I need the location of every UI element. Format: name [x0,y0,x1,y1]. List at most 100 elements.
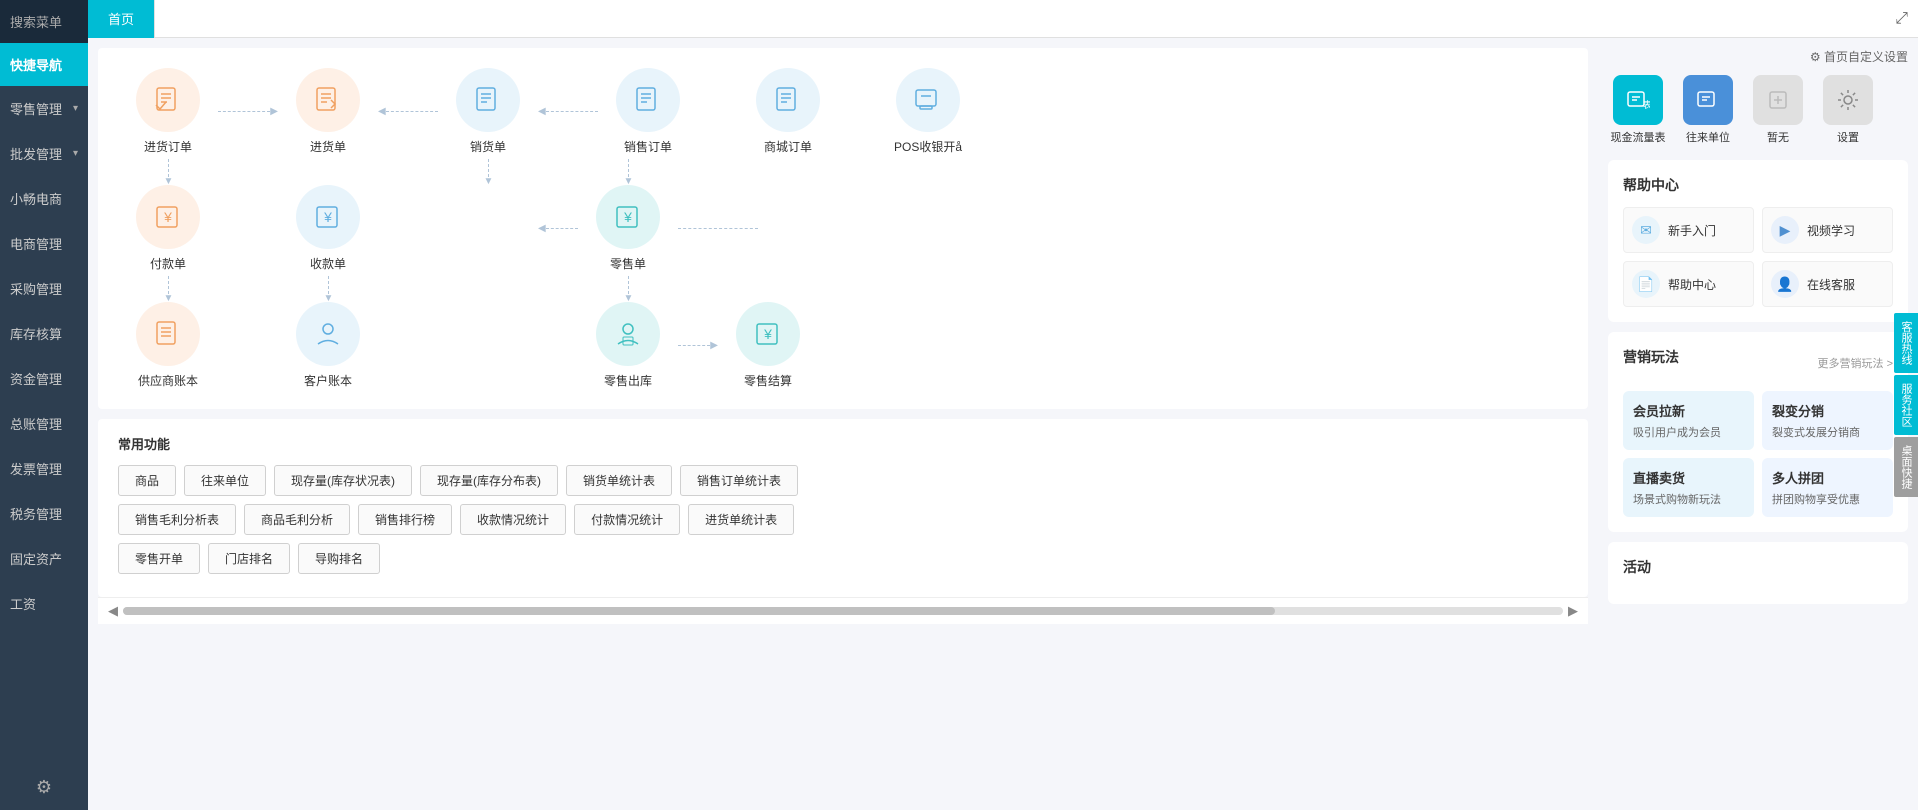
scroll-track[interactable] [123,607,1563,615]
sidebar-item-retail[interactable]: 零售管理 ▾ [0,86,88,131]
func-btn-guide-rank[interactable]: 导购排名 [298,543,380,574]
sidebar-item-ledger[interactable]: 总账管理 [0,401,88,446]
quick-icon-settings[interactable]: 设置 [1818,75,1878,145]
fission-title: 裂变分销 [1772,401,1883,420]
shop-order-label: 商城订单 [764,138,812,155]
sidebar-item-ecommerce-small[interactable]: 小畅电商 [0,176,88,221]
sales-order-icon [616,68,680,132]
flow-node-supplier-ledger[interactable]: 供应商账本 [118,302,218,389]
sidebar-item-purchase[interactable]: 采购管理 [0,266,88,311]
right-panel: ⚙ 首页自定义设置 表 现金流量表 [1598,38,1918,810]
help-item-help[interactable]: 📄 帮助中心 [1623,261,1754,307]
payment-label: 付款单 [150,255,186,272]
float-btn-desktop[interactable]: 桌面快捷 [1894,437,1918,497]
common-functions-title: 常用功能 [118,434,1568,453]
sidebar-item-invoice[interactable]: 发票管理 [0,446,88,491]
func-btn-stock1[interactable]: 现存量(库存状况表) [274,465,412,496]
func-btn-units[interactable]: 往来单位 [184,465,266,496]
group-desc: 拼团购物享受优惠 [1772,491,1883,507]
marketing-item-fission[interactable]: 裂变分销 裂变式发展分销商 [1762,391,1893,450]
func-btn-store-rank[interactable]: 门店排名 [208,543,290,574]
marketing-grid: 会员拉新 吸引用户成为会员 裂变分销 裂变式发展分销商 直播卖货 场景式购物新玩… [1623,391,1893,517]
flow-node-pos[interactable]: POS收银开å [878,68,978,155]
float-btn-community[interactable]: 服务社区 [1894,375,1918,435]
sidebar-item-assets[interactable]: 固定资产 [0,536,88,581]
scroll-right-btn[interactable]: ▶ [1568,603,1578,619]
flow-node-customer-ledger[interactable]: 客户账本 [278,302,378,389]
func-row-1: 商品 往来单位 现存量(库存状况表) 现存量(库存分布表) 销货单统计表 销售订… [118,465,1568,496]
marketing-item-live[interactable]: 直播卖货 场景式购物新玩法 [1623,458,1754,517]
retail-out-icon [596,302,660,366]
flow-node-receipt[interactable]: ¥ 收款单 [278,185,378,272]
sidebar-item-wholesale[interactable]: 批发管理 ▾ [0,131,88,176]
func-btn-purchase-stat[interactable]: 进货单统计表 [688,504,794,535]
marketing-header: 营销玩法 更多营销玩法 > [1623,347,1893,379]
flow-node-purchase[interactable]: 进货单 [278,68,378,155]
func-btn-goods[interactable]: 商品 [118,465,176,496]
quick-icon-none[interactable]: 暂无 [1748,75,1808,145]
flow-node-sales[interactable]: 销货单 [438,68,538,155]
func-btn-retail-order[interactable]: 零售开单 [118,543,200,574]
marketing-item-member[interactable]: 会员拉新 吸引用户成为会员 [1623,391,1754,450]
float-btn-hotline[interactable]: 客服热线 [1894,313,1918,373]
help-item-video[interactable]: ▶ 视频学习 [1762,207,1893,253]
cashflow-icon: 表 [1613,75,1663,125]
video-icon: ▶ [1771,216,1799,244]
group-title: 多人拼团 [1772,468,1883,487]
sidebar-item-finance[interactable]: 资金管理 [0,356,88,401]
func-btn-sales-order-stat[interactable]: 销售订单统计表 [680,465,798,496]
func-row-3: 零售开单 门店排名 导购排名 [118,543,1568,574]
beginner-label: 新手入门 [1668,222,1716,239]
supplier-ledger-icon [136,302,200,366]
purchase-order-icon [136,68,200,132]
flow-node-retail-out[interactable]: 零售出库 [578,302,678,389]
homepage-settings[interactable]: ⚙ 首页自定义设置 [1608,48,1908,65]
retail-out-label: 零售出库 [604,372,652,389]
marketing-more-btn[interactable]: 更多营销玩法 > [1818,355,1893,371]
flow-node-retail[interactable]: ¥ 零售单 [578,185,678,272]
quick-icon-cashflow[interactable]: 表 现金流量表 [1608,75,1668,145]
flow-node-shop-order[interactable]: 商城订单 [738,68,838,155]
func-btn-receipt-stat[interactable]: 收款情况统计 [460,504,566,535]
func-btn-goods-profit[interactable]: 商品毛利分析 [244,504,350,535]
func-btn-stock2[interactable]: 现存量(库存分布表) [420,465,558,496]
sidebar-item-tax[interactable]: 税务管理 [0,491,88,536]
func-btn-sales-profit[interactable]: 销售毛利分析表 [118,504,236,535]
sidebar-quicknav[interactable]: 快捷导航 [0,43,88,86]
flow-node-purchase-order[interactable]: 进货订单 [118,68,218,155]
func-btn-sales-stat[interactable]: 销货单统计表 [566,465,672,496]
purchase-label: 进货单 [310,138,346,155]
scroll-left-btn[interactable]: ◀ [108,603,118,619]
func-btn-sales-rank[interactable]: 销售排行榜 [358,504,452,535]
sidebar-search[interactable]: 搜索菜单 [0,0,88,43]
help-center-card: 帮助中心 ✉ 新手入门 ▶ 视频学习 📄 帮助中心 👤 [1608,160,1908,322]
left-panel: 进货订单 ▶ [88,38,1598,810]
common-functions: 常用功能 商品 往来单位 现存量(库存状况表) 现存量(库存分布表) 销货单统计… [98,419,1588,597]
marketing-item-group[interactable]: 多人拼团 拼团购物享受优惠 [1762,458,1893,517]
sidebar-item-inventory[interactable]: 库存核算 [0,311,88,356]
float-buttons: 客服热线 服务社区 桌面快捷 [1894,313,1918,497]
retail-settle-icon: ¥ [736,302,800,366]
pos-icon [896,68,960,132]
payment-icon: ¥ [136,185,200,249]
svg-text:¥: ¥ [323,209,332,225]
help-item-service[interactable]: 👤 在线客服 [1762,261,1893,307]
func-btn-payment-stat[interactable]: 付款情况统计 [574,504,680,535]
sales-icon [456,68,520,132]
tab-home[interactable]: 首页 [88,0,155,38]
activity-card: 活动 [1608,542,1908,604]
flow-node-payment[interactable]: ¥ 付款单 [118,185,218,272]
cashflow-label: 现金流量表 [1611,129,1666,145]
purchase-icon [296,68,360,132]
expand-icon[interactable]: ⤢ [1885,10,1918,28]
settings-icon[interactable]: ⚙ [0,765,88,810]
member-desc: 吸引用户成为会员 [1633,424,1744,440]
flow-node-retail-settle[interactable]: ¥ 零售结算 [718,302,818,389]
flow-node-sales-order[interactable]: 销售订单 [598,68,698,155]
service-icon: 👤 [1771,270,1799,298]
sidebar-item-ecommerce[interactable]: 电商管理 [0,221,88,266]
help-item-beginner[interactable]: ✉ 新手入门 [1623,207,1754,253]
help-icon: 📄 [1632,270,1660,298]
quick-icon-units[interactable]: 往来单位 [1678,75,1738,145]
sidebar-item-salary[interactable]: 工资 [0,581,88,626]
